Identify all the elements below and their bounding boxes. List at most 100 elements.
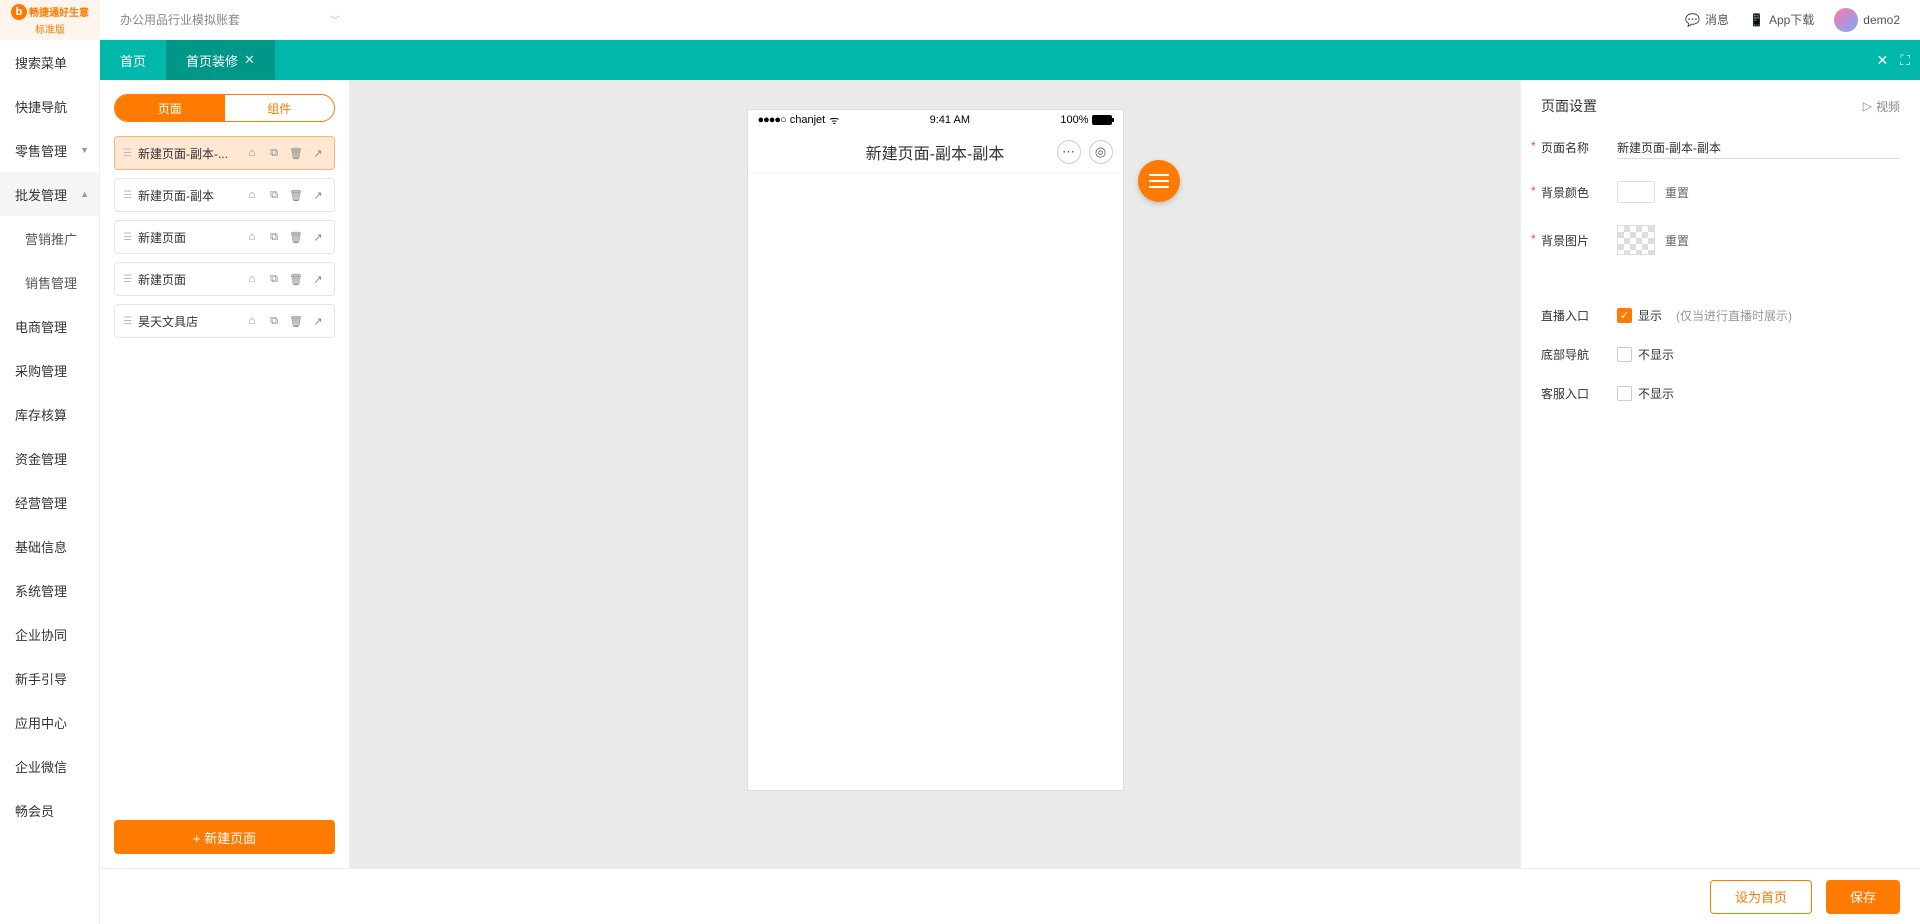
sidebar-item-label: 快捷导航 xyxy=(15,97,67,116)
home-icon[interactable]: ⌂ xyxy=(244,273,260,285)
set-home-button[interactable]: 设为首页 xyxy=(1710,880,1812,914)
user-name: demo2 xyxy=(1863,13,1900,27)
sidebar-item-5[interactable]: 销售管理 xyxy=(0,260,99,304)
drag-handle-icon[interactable]: ☰ xyxy=(123,316,132,327)
bottom-nav-checkbox[interactable] xyxy=(1617,347,1632,362)
new-page-button[interactable]: + 新建页面 xyxy=(114,820,335,854)
sidebar-item-11[interactable]: 基础信息 xyxy=(0,524,99,568)
bg-color-swatch[interactable] xyxy=(1617,181,1655,203)
phone-header: 新建页面-副本-副本 ⋯ ◎ xyxy=(748,130,1123,174)
bg-image-label: 背景图片 xyxy=(1541,232,1617,249)
live-entry-checkbox[interactable]: ✓ xyxy=(1617,308,1632,323)
sidebar-item-17[interactable]: 畅会员 xyxy=(0,788,99,832)
page-row-name: 新建页面-副本-... xyxy=(138,145,238,162)
brand-sub: 标准版 xyxy=(35,21,65,36)
home-icon[interactable]: ⌂ xyxy=(244,315,260,327)
copy-icon[interactable]: ⧉ xyxy=(266,315,282,328)
sidebar-item-1[interactable]: 快捷导航 xyxy=(0,84,99,128)
sidebar-item-8[interactable]: 库存核算 xyxy=(0,392,99,436)
messages-link[interactable]: 💬 消息 xyxy=(1685,11,1729,28)
sidebar-item-label: 采购管理 xyxy=(15,361,67,380)
delete-icon[interactable]: 🗑 xyxy=(288,147,304,160)
sidebar-item-15[interactable]: 应用中心 xyxy=(0,700,99,744)
panel-segment: 页面 组件 xyxy=(114,94,335,122)
page-name-input[interactable] xyxy=(1617,136,1900,159)
home-icon[interactable]: ⌂ xyxy=(244,189,260,201)
sidebar-item-label: 新手引导 xyxy=(15,669,67,688)
sidebar-item-4[interactable]: 营销推广 xyxy=(0,216,99,260)
avatar xyxy=(1834,8,1858,32)
battery-label: 100% xyxy=(1060,114,1088,126)
page-row-1[interactable]: ☰ 新建页面-副本 ⌂ ⧉ 🗑 ↗ xyxy=(114,178,335,212)
share-icon[interactable]: ↗ xyxy=(310,147,326,160)
drag-handle-icon[interactable]: ☰ xyxy=(123,148,132,159)
delete-icon[interactable]: 🗑 xyxy=(288,189,304,202)
delete-icon[interactable]: 🗑 xyxy=(288,315,304,328)
home-icon[interactable]: ⌂ xyxy=(244,231,260,243)
copy-icon[interactable]: ⧉ xyxy=(266,147,282,160)
home-icon[interactable]: ⌂ xyxy=(244,147,260,159)
message-icon: 💬 xyxy=(1685,13,1700,27)
user-menu[interactable]: demo2 xyxy=(1834,8,1900,32)
delete-icon[interactable]: 🗑 xyxy=(288,273,304,286)
page-row-name: 新建页面 xyxy=(138,229,238,246)
sidebar-item-10[interactable]: 经营管理 xyxy=(0,480,99,524)
sidebar-item-16[interactable]: 企业微信 xyxy=(0,744,99,788)
brand-logo: b 畅捷通好生意 标准版 xyxy=(0,0,100,40)
footer-bar: 设为首页 保存 xyxy=(100,868,1920,924)
sidebar-item-12[interactable]: 系统管理 xyxy=(0,568,99,612)
save-button[interactable]: 保存 xyxy=(1826,880,1900,914)
app-download-link[interactable]: 📱 App下载 xyxy=(1749,11,1814,28)
phone-statusbar: ●●●●○ chanjet ᯤ 9:41 AM 100% xyxy=(748,110,1123,130)
signal-icon: ●●●●○ xyxy=(758,114,786,126)
component-drawer-toggle[interactable] xyxy=(1138,160,1180,202)
sidebar-item-label: 系统管理 xyxy=(15,581,67,600)
copy-icon[interactable]: ⧉ xyxy=(266,231,282,244)
drag-handle-icon[interactable]: ☰ xyxy=(123,232,132,243)
download-label: App下载 xyxy=(1769,11,1814,28)
preview-canvas: ●●●●○ chanjet ᯤ 9:41 AM 100% 新建页面-副本 xyxy=(350,80,1520,868)
bg-color-reset[interactable]: 重置 xyxy=(1665,184,1689,201)
drag-handle-icon[interactable]: ☰ xyxy=(123,274,132,285)
segment-component[interactable]: 组件 xyxy=(225,95,335,121)
bg-color-label: 背景颜色 xyxy=(1541,184,1617,201)
share-icon[interactable]: ↗ xyxy=(310,189,326,202)
sidebar-item-3[interactable]: 批发管理▲ xyxy=(0,172,99,216)
close-icon[interactable]: ✕ xyxy=(244,52,255,68)
sidebar-item-label: 电商管理 xyxy=(15,317,67,336)
page-row-0[interactable]: ☰ 新建页面-副本-... ⌂ ⧉ 🗑 ↗ xyxy=(114,136,335,170)
sidebar-item-14[interactable]: 新手引导 xyxy=(0,656,99,700)
tab-home[interactable]: 首页 xyxy=(100,40,166,80)
bg-image-reset[interactable]: 重置 xyxy=(1665,232,1689,249)
sidebar-item-13[interactable]: 企业协同 xyxy=(0,612,99,656)
page-row-name: 新建页面-副本 xyxy=(138,187,238,204)
page-row-2[interactable]: ☰ 新建页面 ⌂ ⧉ 🗑 ↗ xyxy=(114,220,335,254)
tab-page-design[interactable]: 首页装修 ✕ xyxy=(166,40,275,80)
account-selector[interactable]: 办公用品行业模拟账套 ﹀ xyxy=(120,11,340,28)
video-help-link[interactable]: ▷ 视频 xyxy=(1863,98,1900,115)
sidebar-item-7[interactable]: 采购管理 xyxy=(0,348,99,392)
phone-page-title: 新建页面-副本-副本 xyxy=(866,140,1005,164)
share-icon[interactable]: ↗ xyxy=(310,315,326,328)
bg-image-swatch[interactable] xyxy=(1617,225,1655,255)
page-row-4[interactable]: ☰昊天文具店⌂⧉🗑↗ xyxy=(114,304,335,338)
segment-page[interactable]: 页面 xyxy=(115,95,225,121)
carrier-label: chanjet xyxy=(790,114,825,126)
delete-icon[interactable]: 🗑 xyxy=(288,231,304,244)
tab-current-label: 首页装修 xyxy=(186,51,238,70)
share-icon[interactable]: ↗ xyxy=(310,231,326,244)
fullscreen-icon[interactable]: ⛶ xyxy=(1900,52,1910,69)
sidebar-item-9[interactable]: 资金管理 xyxy=(0,436,99,480)
drag-handle-icon[interactable]: ☰ xyxy=(123,190,132,201)
bottom-nav-label: 底部导航 xyxy=(1541,346,1617,363)
sidebar-item-0[interactable]: 搜索菜单 xyxy=(0,40,99,84)
share-icon[interactable]: ↗ xyxy=(310,273,326,286)
copy-icon[interactable]: ⧉ xyxy=(266,273,282,286)
sidebar-item-6[interactable]: 电商管理 xyxy=(0,304,99,348)
service-entry-checkbox[interactable] xyxy=(1617,386,1632,401)
more-icon: ⋯ xyxy=(1057,140,1081,164)
tab-close-all-icon[interactable]: ✕ xyxy=(1876,52,1888,69)
sidebar-item-2[interactable]: 零售管理▼ xyxy=(0,128,99,172)
page-row-3[interactable]: ☰新建页面⌂⧉🗑↗ xyxy=(114,262,335,296)
copy-icon[interactable]: ⧉ xyxy=(266,189,282,202)
